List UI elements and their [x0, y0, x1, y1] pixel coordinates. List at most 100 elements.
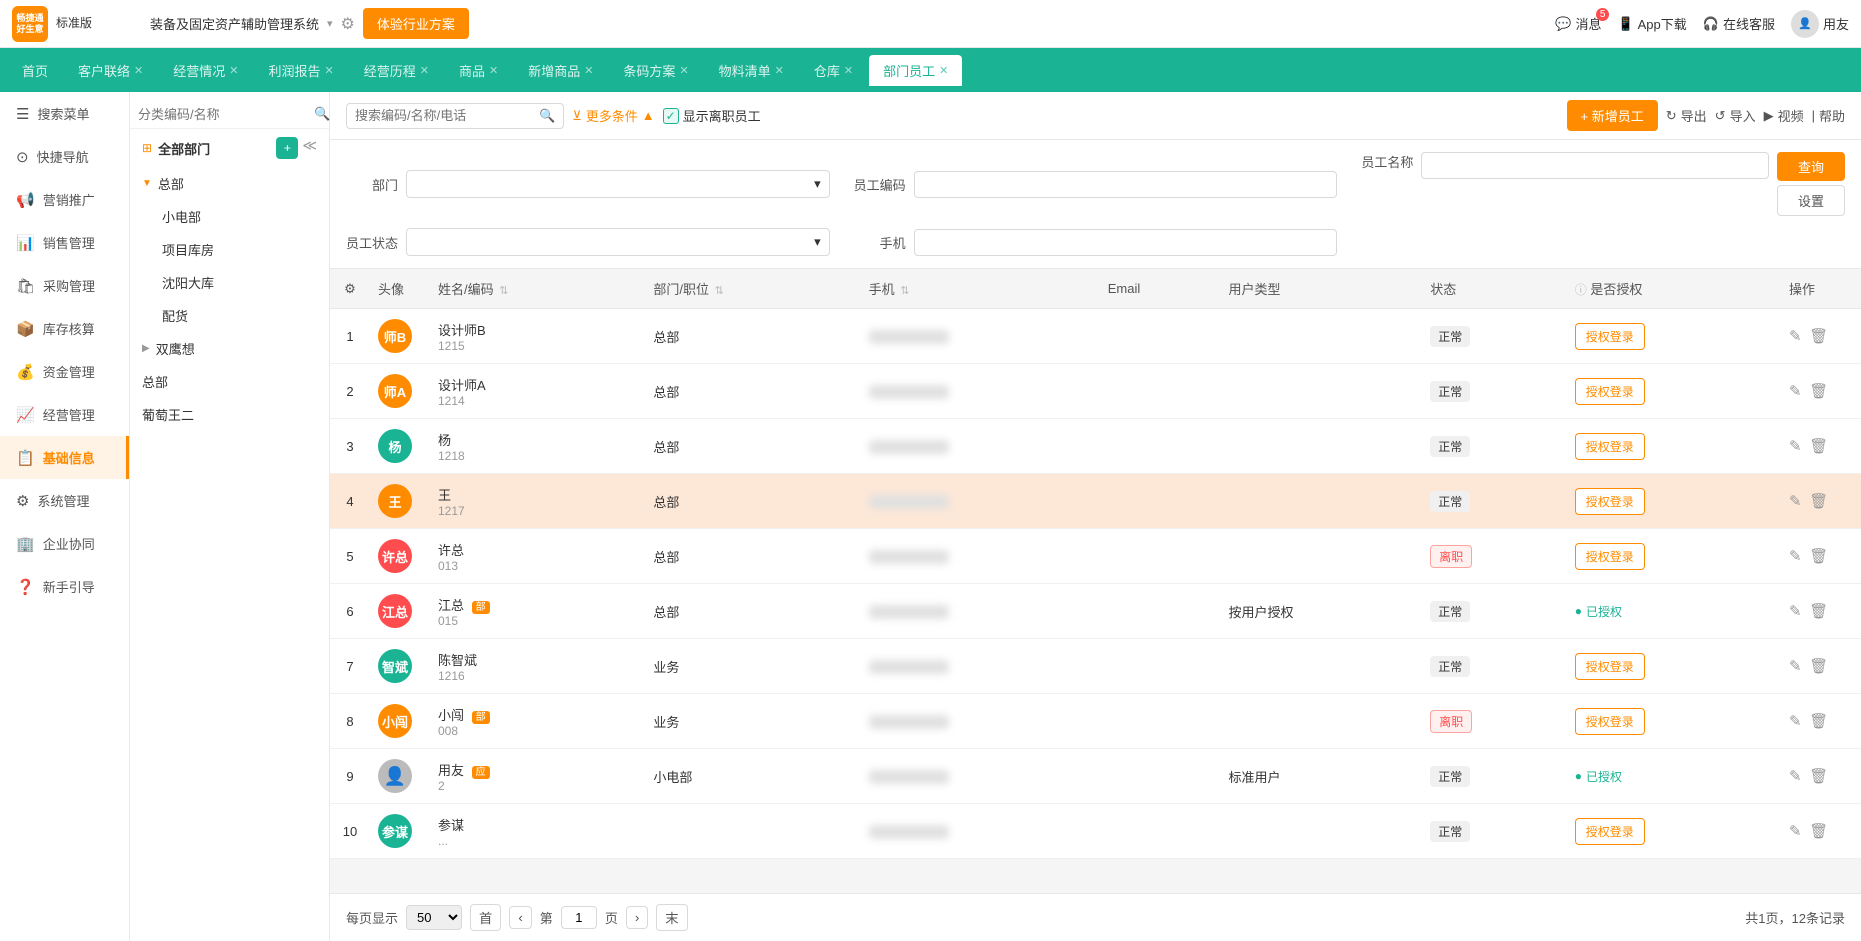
- col-settings-icon[interactable]: ⚙: [344, 281, 356, 296]
- tab-goods-close[interactable]: ✕: [489, 64, 498, 77]
- dept-item-putao[interactable]: 葡萄王二: [130, 398, 329, 431]
- employee-search-input[interactable]: [355, 108, 535, 123]
- tab-profit[interactable]: 利润报告 ✕: [254, 55, 347, 86]
- sidebar-item-operations[interactable]: 📈 经营管理: [0, 393, 129, 436]
- import-button[interactable]: ↺ 导入: [1715, 106, 1756, 125]
- edit-button[interactable]: ✎: [1789, 438, 1802, 455]
- dept-item-zongbu2[interactable]: 总部: [130, 365, 329, 398]
- message-button[interactable]: 💬 消息 5: [1555, 14, 1601, 33]
- edit-button[interactable]: ✎: [1789, 658, 1802, 675]
- tab-barcode-close[interactable]: ✕: [679, 64, 688, 77]
- tab-customer-close[interactable]: ✕: [134, 64, 143, 77]
- delete-button[interactable]: 🗑: [1809, 548, 1828, 565]
- add-employee-button[interactable]: + 新增员工: [1567, 100, 1658, 131]
- page-size-select[interactable]: 50 10 20 100: [406, 905, 462, 930]
- auth-login-button[interactable]: 授权登录: [1575, 543, 1645, 570]
- auth-login-button[interactable]: 授权登录: [1575, 433, 1645, 460]
- edit-button[interactable]: ✎: [1789, 823, 1802, 840]
- edit-button[interactable]: ✎: [1789, 768, 1802, 785]
- th-phone[interactable]: 手机 ⇅: [861, 269, 1100, 309]
- auth-login-button[interactable]: 授权登录: [1575, 378, 1645, 405]
- system-dropdown-arrow[interactable]: ▾: [327, 17, 333, 30]
- auth-login-button[interactable]: 授权登录: [1575, 708, 1645, 735]
- show-resigned-checkbox[interactable]: ✓ 显示离职员工: [663, 106, 761, 125]
- sidebar-item-system[interactable]: ⚙ 系统管理: [0, 479, 129, 522]
- delete-button[interactable]: 🗑: [1809, 768, 1828, 785]
- next-page-button[interactable]: ›: [626, 906, 648, 929]
- phone-input[interactable]: [914, 229, 1338, 256]
- tab-operations-close[interactable]: ✕: [229, 64, 238, 77]
- dept-item-xiaodian[interactable]: 小电部: [150, 200, 329, 233]
- th-name-code[interactable]: 姓名/编码 ⇅: [430, 269, 645, 309]
- search-button[interactable]: 查询: [1777, 152, 1845, 181]
- delete-button[interactable]: 🗑: [1809, 328, 1828, 345]
- dept-item-zongbu[interactable]: ▼ 总部: [130, 167, 329, 200]
- tab-goods[interactable]: 商品 ✕: [445, 55, 512, 86]
- edit-button[interactable]: ✎: [1789, 713, 1802, 730]
- sidebar-item-finance[interactable]: 💰 资金管理: [0, 350, 129, 393]
- tab-bom[interactable]: 物料清单 ✕: [705, 55, 798, 86]
- dept-item-shuangying[interactable]: ▶ 双鹰想: [130, 332, 329, 365]
- tab-home[interactable]: 首页: [8, 55, 62, 86]
- edit-button[interactable]: ✎: [1789, 548, 1802, 565]
- settings-icon[interactable]: ⚙: [341, 14, 355, 34]
- edit-button[interactable]: ✎: [1789, 603, 1802, 620]
- view-button[interactable]: ▶ 视频: [1764, 106, 1804, 125]
- tab-dept-employee[interactable]: 部门员工 ✕: [869, 55, 962, 86]
- tree-search-icon[interactable]: 🔍: [314, 106, 330, 122]
- help-button[interactable]: | 帮助: [1812, 106, 1845, 125]
- tab-history[interactable]: 经营历程 ✕: [350, 55, 443, 86]
- sidebar-item-inventory[interactable]: 📦 库存核算: [0, 307, 129, 350]
- last-page-button[interactable]: 末: [656, 904, 687, 931]
- auth-login-button[interactable]: 授权登录: [1575, 653, 1645, 680]
- tab-add-goods-close[interactable]: ✕: [584, 64, 593, 77]
- tab-profit-close[interactable]: ✕: [325, 64, 334, 77]
- edit-button[interactable]: ✎: [1789, 493, 1802, 510]
- delete-button[interactable]: 🗑: [1809, 603, 1828, 620]
- sidebar-item-quick-nav[interactable]: ⊙ 快捷导航: [0, 135, 129, 178]
- auth-login-button[interactable]: 授权登录: [1575, 818, 1645, 845]
- emp-code-input[interactable]: [914, 171, 1338, 198]
- tab-barcode[interactable]: 条码方案 ✕: [609, 55, 702, 86]
- dept-item-shenyang[interactable]: 沈阳大库: [150, 266, 329, 299]
- dept-filter-select[interactable]: ▾: [406, 170, 830, 198]
- sidebar-item-guide[interactable]: ❓ 新手引导: [0, 565, 129, 608]
- delete-button[interactable]: 🗑: [1809, 493, 1828, 510]
- sidebar-item-sales[interactable]: 📊 销售管理: [0, 221, 129, 264]
- th-dept-pos[interactable]: 部门/职位 ⇅: [645, 269, 860, 309]
- sidebar-item-basic-info[interactable]: 📋 基础信息: [0, 436, 129, 479]
- delete-button[interactable]: 🗑: [1809, 438, 1828, 455]
- edit-button[interactable]: ✎: [1789, 328, 1802, 345]
- search-icon[interactable]: 🔍: [539, 108, 555, 124]
- trial-button[interactable]: 体验行业方案: [363, 8, 469, 39]
- app-download-button[interactable]: 📱 App下载: [1617, 14, 1686, 33]
- auth-login-button[interactable]: 授权登录: [1575, 488, 1645, 515]
- status-filter-select[interactable]: ▾: [406, 228, 830, 256]
- page-input[interactable]: [561, 906, 597, 929]
- tab-bom-close[interactable]: ✕: [775, 64, 784, 77]
- th-settings[interactable]: ⚙: [330, 269, 370, 309]
- edit-button[interactable]: ✎: [1789, 383, 1802, 400]
- delete-button[interactable]: 🗑: [1809, 713, 1828, 730]
- first-page-button[interactable]: 首: [470, 904, 501, 931]
- user-area[interactable]: 👤 用友: [1791, 10, 1849, 38]
- tab-operations[interactable]: 经营情况 ✕: [159, 55, 252, 86]
- tree-add-icon[interactable]: +: [276, 137, 298, 159]
- tree-search-input[interactable]: [138, 107, 314, 122]
- more-filter-button[interactable]: ⊻ 更多条件 ▲: [572, 106, 654, 125]
- delete-button[interactable]: 🗑: [1809, 658, 1828, 675]
- sidebar-item-purchase[interactable]: 🛍 采购管理: [0, 264, 129, 307]
- sidebar-item-search[interactable]: ☰ 搜索菜单: [0, 92, 129, 135]
- dept-item-peihuo[interactable]: 配货: [150, 299, 329, 332]
- prev-page-button[interactable]: ‹: [509, 906, 531, 929]
- tree-collapse-icon[interactable]: ≪: [302, 137, 317, 159]
- dept-item-xiangmu[interactable]: 项目库房: [150, 233, 329, 266]
- online-service-button[interactable]: 🎧 在线客服: [1703, 14, 1775, 33]
- tab-warehouse-close[interactable]: ✕: [844, 64, 853, 77]
- auth-login-button[interactable]: 授权登录: [1575, 323, 1645, 350]
- tab-customer[interactable]: 客户联络 ✕: [64, 55, 157, 86]
- sidebar-item-marketing[interactable]: 📢 营销推广: [0, 178, 129, 221]
- delete-button[interactable]: 🗑: [1809, 383, 1828, 400]
- tab-add-goods[interactable]: 新增商品 ✕: [514, 55, 607, 86]
- export-button[interactable]: ↻ 导出: [1666, 106, 1707, 125]
